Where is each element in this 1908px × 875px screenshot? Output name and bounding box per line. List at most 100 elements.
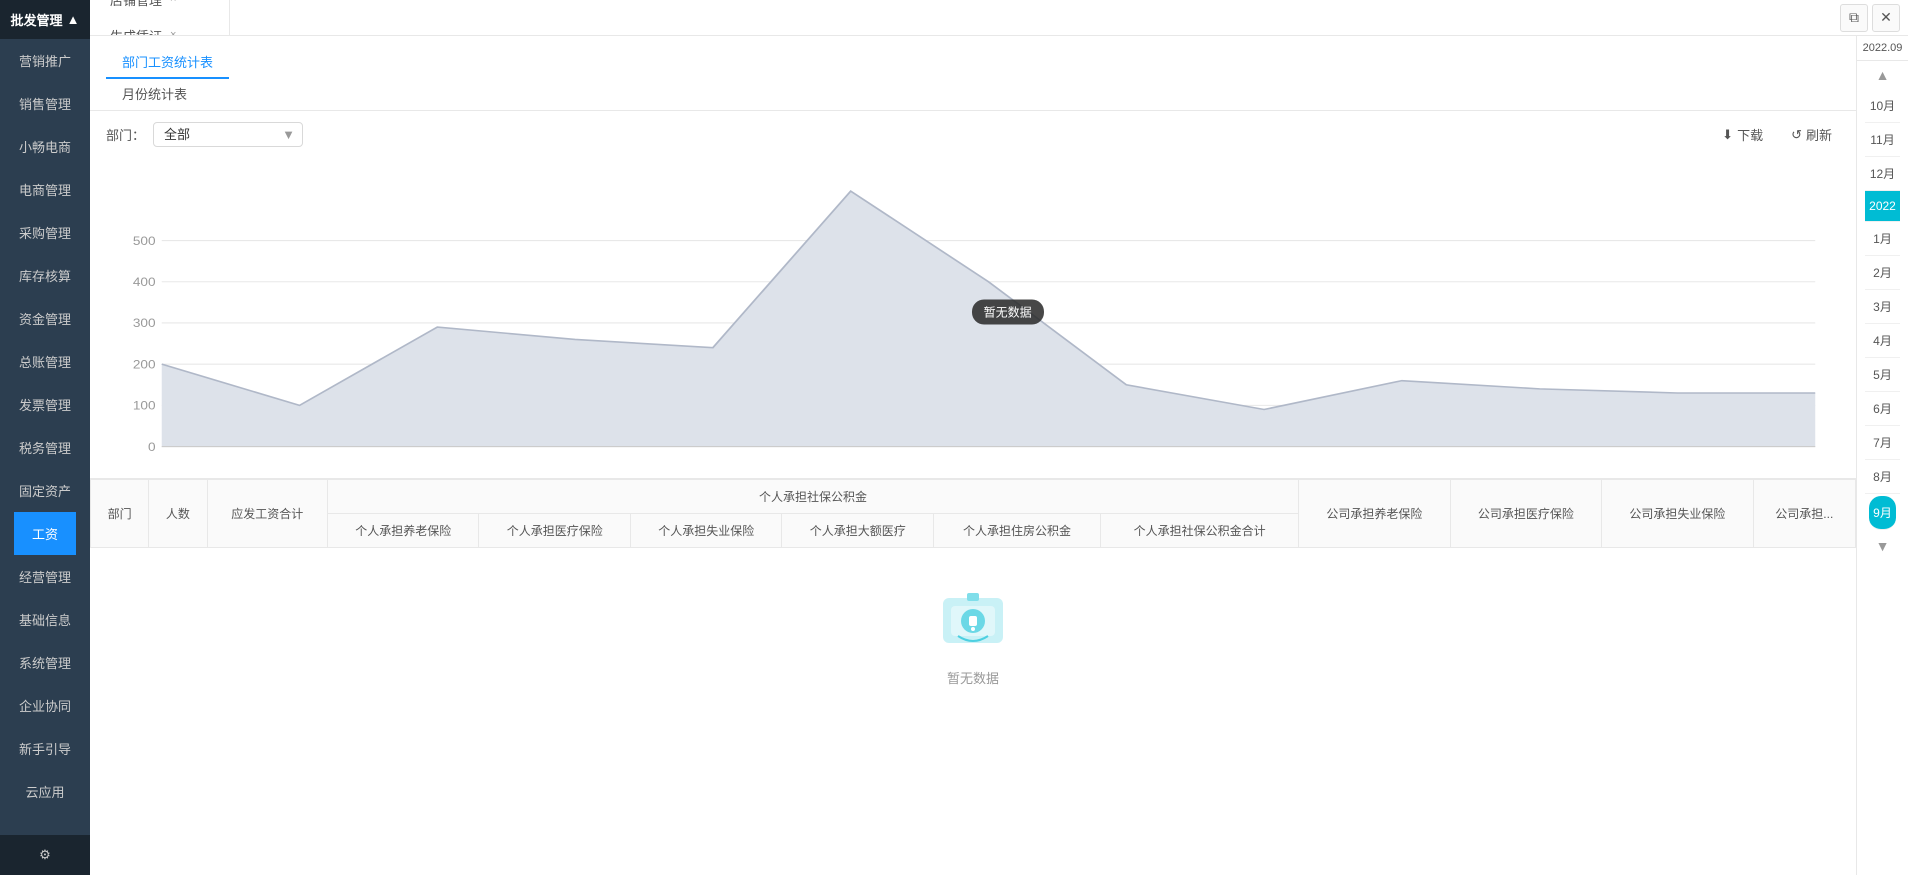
month-item-9[interactable]: 6月 bbox=[1865, 392, 1900, 426]
empty-text: 暂无数据 bbox=[947, 668, 999, 687]
sub-tabs: 部门工资统计表月份统计表 bbox=[90, 36, 1856, 111]
sidebar-item-库存核算[interactable]: 库存核算 bbox=[14, 254, 76, 297]
toolbar: 部门： 全部 ▼ ⬇ 下载 ↺ 刷新 bbox=[90, 111, 1856, 158]
area-chart: 0 100 200 300 400 500 bbox=[106, 168, 1840, 468]
nav-up-button[interactable]: ▲ bbox=[1857, 61, 1908, 89]
download-icon: ⬇ bbox=[1722, 127, 1733, 143]
current-year-month[interactable]: 2022.09 bbox=[1857, 36, 1908, 61]
svg-text:500: 500 bbox=[133, 234, 156, 248]
tab-bar: 首页门店商品目录×销售单×店铺管理×生成凭证×应收应付调整单×工资表×工资统计报… bbox=[90, 0, 1908, 36]
sidebar-item-税务管理[interactable]: 税务管理 bbox=[14, 426, 76, 469]
svg-text:200: 200 bbox=[133, 357, 156, 371]
sidebar-item-工资[interactable]: 工资 bbox=[14, 512, 76, 555]
sidebar-item-基础信息[interactable]: 基础信息 bbox=[14, 598, 76, 641]
sidebar-item-电商管理[interactable]: 电商管理 bbox=[14, 168, 76, 211]
tab-close-4[interactable]: × bbox=[168, 29, 178, 36]
main-area: 首页门店商品目录×销售单×店铺管理×生成凭证×应收应付调整单×工资表×工资统计报… bbox=[90, 0, 1908, 875]
month-item-11[interactable]: 8月 bbox=[1865, 460, 1900, 494]
th-dept: 部门 bbox=[91, 480, 149, 548]
download-button[interactable]: ⬇ 下载 bbox=[1714, 121, 1771, 148]
sidebar-footer-settings[interactable]: ⚙ bbox=[0, 835, 90, 875]
month-item-1[interactable]: 11月 bbox=[1865, 123, 1900, 157]
sidebar-item-经营管理[interactable]: 经营管理 bbox=[14, 555, 76, 598]
close-all-button[interactable]: ✕ bbox=[1872, 4, 1900, 32]
content-area: 部门工资统计表月份统计表 部门： 全部 ▼ ⬇ 下载 bbox=[90, 36, 1908, 875]
empty-state-icon bbox=[933, 578, 1013, 658]
month-item-2[interactable]: 12月 bbox=[1865, 157, 1900, 191]
month-item-7[interactable]: 4月 bbox=[1865, 324, 1900, 358]
table-section: 部门 人数 应发工资合计 个人承担社保公积金 公司承担养老保险 公司承担医疗保险… bbox=[90, 478, 1856, 875]
sidebar-item-系统管理[interactable]: 系统管理 bbox=[14, 641, 76, 684]
svg-text:400: 400 bbox=[133, 275, 156, 289]
dept-select-wrapper: 全部 ▼ bbox=[153, 122, 303, 147]
th-company-med: 公司承担医疗保险 bbox=[1450, 480, 1602, 548]
tab-bar-end: ⧉ ✕ bbox=[1840, 4, 1900, 32]
download-label: 下载 bbox=[1737, 125, 1763, 144]
dept-label: 部门： bbox=[106, 125, 145, 144]
chart-area: 0100200300400500 暂无数据 bbox=[90, 158, 1856, 478]
sidebar-item-资金管理[interactable]: 资金管理 bbox=[14, 297, 76, 340]
th-personal-total: 个人承担社保公积金合计 bbox=[1101, 514, 1299, 548]
th-company-old: 公司承担养老保险 bbox=[1299, 480, 1451, 548]
month-item-8[interactable]: 5月 bbox=[1865, 358, 1900, 392]
month-item-10[interactable]: 7月 bbox=[1865, 426, 1900, 460]
svg-text:300: 300 bbox=[133, 316, 156, 330]
sub-tab-1[interactable]: 月份统计表 bbox=[106, 78, 229, 111]
sidebar-header[interactable]: 批发管理 ▲ bbox=[0, 0, 90, 39]
th-company-more: 公司承担... bbox=[1753, 480, 1855, 548]
sidebar-item-发票管理[interactable]: 发票管理 bbox=[14, 383, 76, 426]
refresh-button[interactable]: ↺ 刷新 bbox=[1783, 121, 1840, 148]
sidebar-item-云应用[interactable]: 云应用 bbox=[14, 770, 76, 813]
th-company-unemp: 公司承担失业保险 bbox=[1602, 480, 1754, 548]
month-item-3[interactable]: 2022 bbox=[1865, 191, 1900, 222]
page: 部门工资统计表月份统计表 部门： 全部 ▼ ⬇ 下载 bbox=[90, 36, 1856, 875]
sub-tab-0[interactable]: 部门工资统计表 bbox=[106, 46, 229, 79]
month-item-5[interactable]: 2月 bbox=[1865, 256, 1900, 290]
right-panel: 2022.09 ▲ 10月11月12月20221月2月3月4月5月6月7月8月9… bbox=[1856, 36, 1908, 875]
tab-close-3[interactable]: × bbox=[168, 0, 178, 6]
th-personal-group: 个人承担社保公积金 bbox=[327, 480, 1298, 514]
refresh-label: 刷新 bbox=[1806, 125, 1832, 144]
tab-item-4[interactable]: 生成凭证 × bbox=[98, 18, 230, 37]
sidebar-item-采购管理[interactable]: 采购管理 bbox=[14, 211, 76, 254]
sidebar: 批发管理 ▲ 营销推广销售管理小畅电商电商管理采购管理库存核算资金管理总账管理发… bbox=[0, 0, 90, 875]
sidebar-item-营销推广[interactable]: 营销推广 bbox=[14, 39, 76, 82]
th-total-wage: 应发工资合计 bbox=[207, 480, 327, 548]
restore-button[interactable]: ⧉ bbox=[1840, 4, 1868, 32]
empty-state: 暂无数据 bbox=[90, 548, 1856, 717]
toolbar-left: 部门： 全部 ▼ bbox=[106, 122, 303, 147]
month-item-6[interactable]: 3月 bbox=[1865, 290, 1900, 324]
month-item-0[interactable]: 10月 bbox=[1865, 89, 1900, 123]
month-item-12[interactable]: 9月 bbox=[1869, 496, 1896, 530]
sidebar-item-销售管理[interactable]: 销售管理 bbox=[14, 82, 76, 125]
svg-text:100: 100 bbox=[133, 399, 156, 413]
sub-tabs-container: 部门工资统计表月份统计表 bbox=[106, 46, 229, 110]
th-personal-unemp: 个人承担失业保险 bbox=[630, 514, 782, 548]
th-personal-housing: 个人承担住房公积金 bbox=[933, 514, 1100, 548]
dept-select[interactable]: 全部 bbox=[153, 122, 303, 147]
sidebar-item-固定资产[interactable]: 固定资产 bbox=[14, 469, 76, 512]
svg-text:0: 0 bbox=[148, 440, 156, 454]
refresh-icon: ↺ bbox=[1791, 127, 1802, 143]
chart-svg-container: 0100200300400500 暂无数据 bbox=[106, 168, 1840, 468]
month-list: 10月11月12月20221月2月3月4月5月6月7月8月9月 bbox=[1865, 89, 1900, 532]
th-personal-med: 个人承担医疗保险 bbox=[479, 514, 631, 548]
gear-icon: ⚙ bbox=[39, 847, 51, 862]
tab-label-4: 生成凭证 bbox=[110, 26, 162, 36]
th-personal-major-med: 个人承担大额医疗 bbox=[782, 514, 934, 548]
tab-item-3[interactable]: 店铺管理 × bbox=[98, 0, 230, 18]
sidebar-item-小畅电商[interactable]: 小畅电商 bbox=[14, 125, 76, 168]
month-item-4[interactable]: 1月 bbox=[1865, 222, 1900, 256]
sidebar-arrow-icon: ▲ bbox=[67, 12, 80, 27]
sidebar-item-总账管理[interactable]: 总账管理 bbox=[14, 340, 76, 383]
sidebar-item-新手引导[interactable]: 新手引导 bbox=[14, 727, 76, 770]
toolbar-right: ⬇ 下载 ↺ 刷新 bbox=[1714, 121, 1840, 148]
th-count: 人数 bbox=[149, 480, 207, 548]
data-table: 部门 人数 应发工资合计 个人承担社保公积金 公司承担养老保险 公司承担医疗保险… bbox=[90, 479, 1856, 548]
sidebar-item-企业协同[interactable]: 企业协同 bbox=[14, 684, 76, 727]
nav-down-button[interactable]: ▼ bbox=[1857, 532, 1908, 560]
tab-label-3: 店铺管理 bbox=[110, 0, 162, 9]
sidebar-items-container: 营销推广销售管理小畅电商电商管理采购管理库存核算资金管理总账管理发票管理税务管理… bbox=[14, 39, 76, 813]
tab-items-container: 首页门店商品目录×销售单×店铺管理×生成凭证×应收应付调整单×工资表×工资统计报… bbox=[98, 0, 230, 36]
sidebar-title: 批发管理 bbox=[11, 10, 63, 29]
